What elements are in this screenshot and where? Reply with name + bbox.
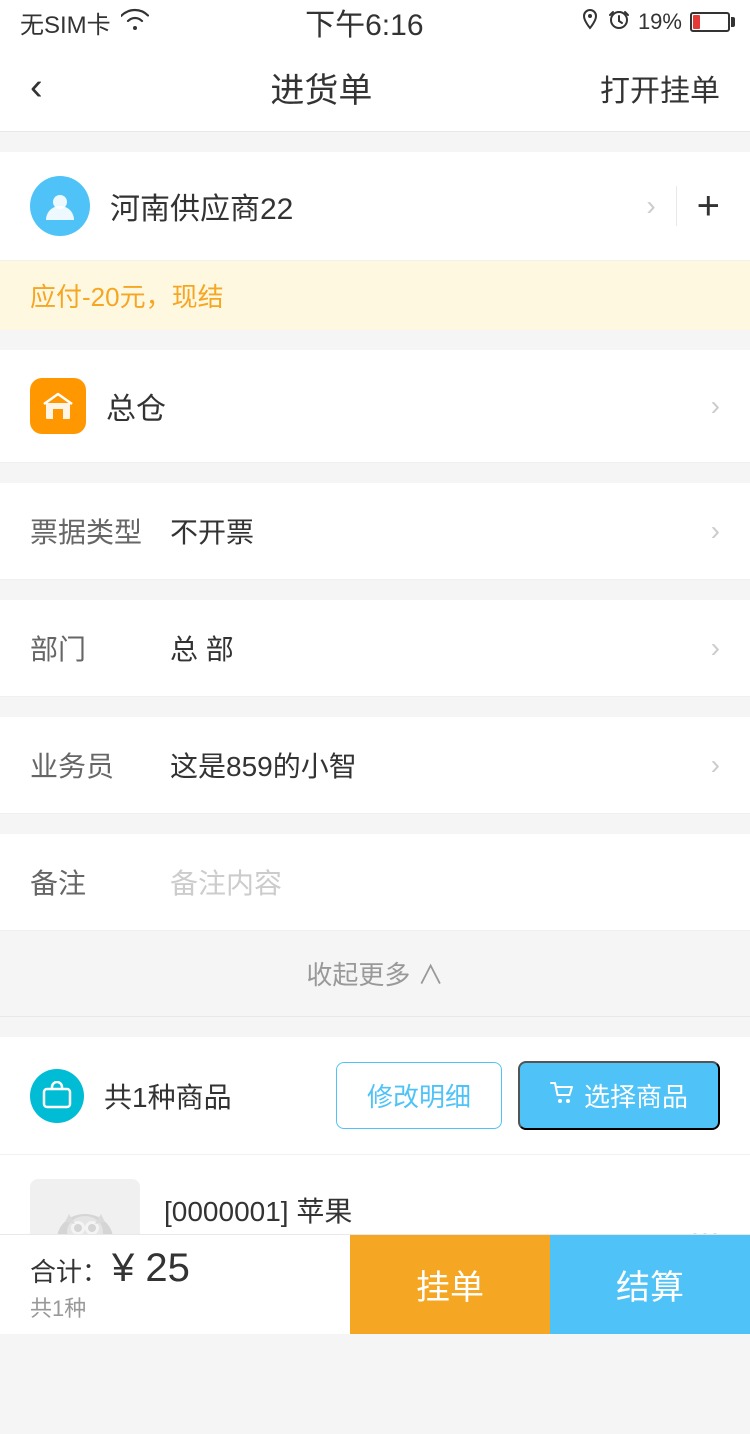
products-header: 共1种商品 修改明细 选择商品 [0, 1037, 750, 1155]
edit-details-button[interactable]: 修改明细 [336, 1062, 502, 1129]
battery-label: 19% [638, 9, 682, 35]
checkout-button[interactable]: 结算 [550, 1235, 750, 1334]
products-icon [30, 1069, 84, 1123]
invoice-section: 票据类型 不开票 › [0, 483, 750, 580]
bottom-bar: 合计： ¥ 25 共1种 挂单 结算 [0, 1234, 750, 1334]
nav-bar: ‹ 进货单 打开挂单 [0, 44, 750, 132]
invoice-row[interactable]: 票据类型 不开票 › [0, 483, 750, 580]
department-value: 总 部 [170, 628, 711, 668]
warehouse-chevron-icon: › [711, 390, 720, 422]
supplier-name: 河南供应商22 [110, 184, 646, 228]
suspend-button[interactable]: 挂单 [350, 1235, 550, 1334]
location-icon [580, 8, 600, 36]
salesperson-section: 业务员 这是859的小智 › [0, 717, 750, 814]
department-chevron-icon: › [711, 632, 720, 664]
supplier-section: 河南供应商22 › + 应付-20元，现结 [0, 152, 750, 330]
wifi-icon [121, 8, 149, 37]
section-gap-5 [0, 697, 750, 717]
add-button[interactable]: + [697, 184, 720, 229]
supplier-row[interactable]: 河南供应商22 › + [0, 152, 750, 261]
warehouse-section: 总仓 › [0, 350, 750, 463]
warehouse-icon [30, 378, 86, 434]
remark-input[interactable]: 备注内容 [170, 862, 720, 902]
product-title: 苹果 [296, 1196, 352, 1227]
section-gap-1 [0, 132, 750, 152]
notice-bar: 应付-20元，现结 [0, 261, 750, 330]
supplier-chevron-icon: › [646, 190, 655, 222]
carrier-label: 无SIM卡 [20, 5, 111, 40]
supplier-avatar [30, 176, 90, 236]
status-bar: 无SIM卡 下午6:16 19% [0, 0, 750, 44]
status-right: 19% [580, 8, 730, 36]
select-product-label: 选择商品 [584, 1077, 688, 1114]
status-time: 下午6:16 [305, 0, 423, 44]
back-button[interactable]: ‹ [30, 66, 43, 109]
product-name: [0000001] 苹果 [164, 1190, 690, 1230]
remark-row[interactable]: 备注 备注内容 [0, 834, 750, 931]
remark-section: 备注 备注内容 [0, 834, 750, 931]
invoice-label: 票据类型 [30, 511, 170, 551]
product-code: [0000001] [164, 1196, 296, 1227]
status-left: 无SIM卡 [20, 5, 149, 40]
section-gap-2 [0, 330, 750, 350]
select-product-button[interactable]: 选择商品 [518, 1061, 720, 1130]
alarm-icon [608, 8, 630, 36]
page-title: 进货单 [270, 63, 372, 112]
notice-text: 应付-20元，现结 [30, 282, 224, 312]
department-label: 部门 [30, 628, 170, 668]
salesperson-row[interactable]: 业务员 这是859的小智 › [0, 717, 750, 814]
total-amount: ¥ 25 [112, 1246, 190, 1291]
cart-icon [550, 1080, 576, 1111]
invoice-chevron-icon: › [711, 515, 720, 547]
warehouse-row[interactable]: 总仓 › [0, 350, 750, 463]
invoice-value: 不开票 [170, 511, 711, 551]
salesperson-value: 这是859的小智 [170, 745, 711, 785]
section-gap-6 [0, 814, 750, 834]
section-gap-7 [0, 1017, 750, 1037]
warehouse-label: 总仓 [106, 384, 711, 428]
section-gap-4 [0, 580, 750, 600]
open-pending-button[interactable]: 打开挂单 [600, 66, 720, 110]
salesperson-label: 业务员 [30, 745, 170, 785]
total-count: 共1种 [30, 1291, 350, 1323]
total-label: 合计： [30, 1252, 108, 1289]
salesperson-chevron-icon: › [711, 749, 720, 781]
department-section: 部门 总 部 › [0, 600, 750, 697]
total-section: 合计： ¥ 25 共1种 [0, 1235, 350, 1334]
divider [676, 186, 677, 226]
battery-icon [690, 12, 730, 32]
department-row[interactable]: 部门 总 部 › [0, 600, 750, 697]
products-count: 共1种商品 [104, 1076, 336, 1116]
remark-label: 备注 [30, 862, 170, 902]
section-gap-3 [0, 463, 750, 483]
collapse-button[interactable]: 收起更多 ∧ [0, 931, 750, 1017]
